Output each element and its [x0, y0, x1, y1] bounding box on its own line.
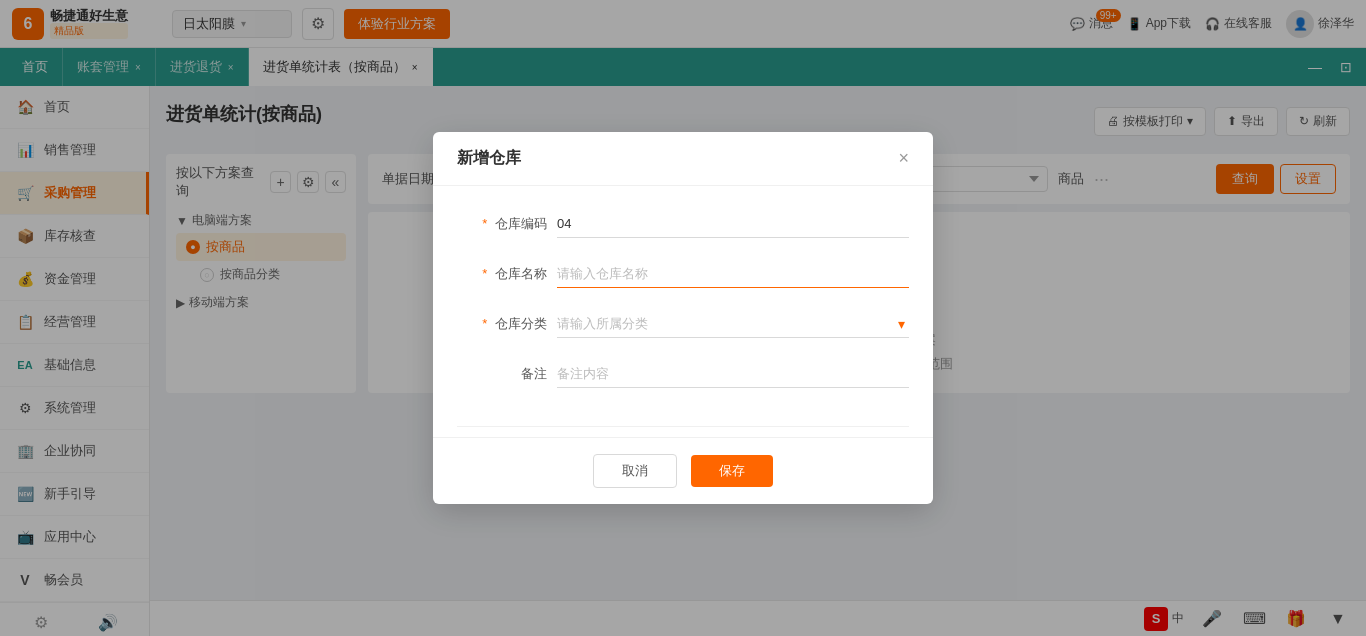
note-label: 备注 — [457, 365, 547, 383]
code-field — [557, 210, 909, 238]
category-label: * 仓库分类 — [457, 315, 547, 333]
modal-overlay: 新增仓库 × * 仓库编码 * 仓库名称 — [0, 0, 1366, 636]
warehouse-name-input[interactable] — [557, 260, 909, 288]
modal-divider — [457, 426, 909, 427]
category-field: 请输入所属分类 ▾ — [557, 310, 909, 338]
name-field — [557, 260, 909, 288]
category-select[interactable]: 请输入所属分类 — [557, 310, 909, 338]
required-star-category: * — [482, 316, 487, 331]
warehouse-note-input[interactable] — [557, 360, 909, 388]
modal-footer: 取消 保存 — [433, 437, 933, 504]
modal-body: * 仓库编码 * 仓库名称 * — [433, 186, 933, 426]
add-warehouse-modal: 新增仓库 × * 仓库编码 * 仓库名称 — [433, 132, 933, 504]
name-label: * 仓库名称 — [457, 265, 547, 283]
form-row-code: * 仓库编码 — [457, 210, 909, 238]
required-star-name: * — [482, 266, 487, 281]
code-label: * 仓库编码 — [457, 215, 547, 233]
modal-header: 新增仓库 × — [433, 132, 933, 186]
note-field — [557, 360, 909, 388]
form-row-name: * 仓库名称 — [457, 260, 909, 288]
modal-close-button[interactable]: × — [898, 148, 909, 169]
modal-title: 新增仓库 — [457, 148, 521, 169]
warehouse-code-input[interactable] — [557, 210, 909, 238]
cancel-button[interactable]: 取消 — [593, 454, 677, 488]
category-select-wrap: 请输入所属分类 ▾ — [557, 310, 909, 338]
form-row-category: * 仓库分类 请输入所属分类 ▾ — [457, 310, 909, 338]
form-row-note: 备注 — [457, 360, 909, 388]
required-star-code: * — [482, 216, 487, 231]
save-button[interactable]: 保存 — [691, 455, 773, 487]
